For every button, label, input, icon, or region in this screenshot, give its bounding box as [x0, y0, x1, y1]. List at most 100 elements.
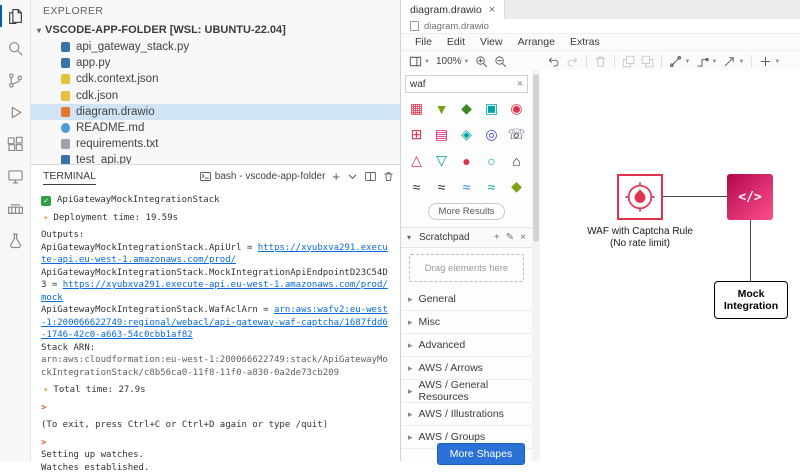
section-aws-illustrations[interactable]: ▸AWS / Illustrations	[401, 403, 532, 426]
red-triangle-shape-icon[interactable]: △	[407, 151, 426, 170]
connection-icon	[669, 55, 682, 68]
terminal-tab[interactable]: TERMINAL	[43, 167, 96, 185]
wifi-blue-shape-icon[interactable]: ≈	[457, 177, 476, 196]
menu-extras[interactable]: Extras	[570, 36, 600, 48]
diagram-canvas[interactable]: WAF with Captcha Rule (No rate limit) </…	[540, 70, 800, 461]
kill-terminal-icon[interactable]	[383, 171, 394, 182]
testing-activity-button[interactable]	[0, 224, 30, 256]
zoom-out-button[interactable]	[491, 53, 510, 70]
zoom-in-button[interactable]	[472, 53, 491, 70]
chevron-down-icon: ▾	[407, 233, 411, 242]
file-item-diagram-drawio[interactable]: diagram.drawio	[31, 104, 400, 120]
delete-button[interactable]	[591, 53, 610, 70]
run-debug-activity-button[interactable]	[0, 96, 30, 128]
section-misc[interactable]: ▸Misc	[401, 311, 532, 334]
file-item-readme[interactable]: README.md	[31, 120, 400, 136]
outputs-header: Outputs:	[41, 229, 393, 242]
section-general[interactable]: ▸General	[401, 288, 532, 311]
insert-button[interactable]: ▼	[756, 53, 783, 70]
scrollbar-thumb[interactable]	[533, 74, 539, 242]
waypoints-button[interactable]: ▼	[693, 53, 720, 70]
menu-edit[interactable]: Edit	[447, 36, 465, 48]
file-item-app[interactable]: app.py	[31, 55, 400, 71]
more-results-button[interactable]: More Results	[428, 203, 506, 220]
file-item-requirements[interactable]: requirements.txt	[31, 136, 400, 152]
palette-scrollbar[interactable]	[532, 70, 540, 461]
scratchpad-dropzone[interactable]: Drag elements here	[409, 254, 524, 282]
file-item-cdk-context[interactable]: cdk.context.json	[31, 71, 400, 87]
scratchpad-close-icon[interactable]: ×	[520, 232, 526, 243]
new-terminal-button[interactable]: +	[332, 170, 340, 183]
tab-diagram-drawio[interactable]: diagram.drawio ×	[401, 0, 505, 19]
chevron-right-icon: ▸	[408, 294, 413, 305]
undo-button[interactable]	[544, 53, 563, 70]
waf-node[interactable]	[617, 174, 663, 220]
shape-search-input[interactable]	[410, 79, 510, 90]
clear-search-icon[interactable]: ×	[517, 78, 523, 90]
globe-shape-icon[interactable]: ◎	[482, 125, 501, 144]
file-item-api-gateway-stack[interactable]: api_gateway_stack.py	[31, 39, 400, 55]
terminal-dropdown-icon[interactable]	[347, 171, 358, 182]
source-control-activity-button[interactable]	[0, 64, 30, 96]
menu-arrange[interactable]: Arrange	[518, 36, 555, 48]
home-shape-icon[interactable]: ⌂	[507, 151, 526, 170]
explorer-activity-button[interactable]	[0, 0, 30, 32]
scratchpad-edit-icon[interactable]: ✎	[506, 232, 514, 243]
section-label: AWS / General Resources	[419, 379, 525, 403]
red-grid-shape-icon[interactable]: ⊞	[407, 125, 426, 144]
pink-card-shape-icon[interactable]: ▤	[432, 125, 451, 144]
python-file-icon	[61, 58, 70, 68]
terminal-session[interactable]: bash - vscode-app-folder	[200, 171, 326, 182]
teal-triangle-shape-icon[interactable]: ▽	[432, 151, 451, 170]
teal-ring-shape-icon[interactable]: ○	[482, 151, 501, 170]
green-diamond-shape-icon[interactable]: ◆	[507, 177, 526, 196]
to-front-button[interactable]	[619, 53, 638, 70]
menu-file[interactable]: File	[415, 36, 432, 48]
extensions-icon	[7, 136, 24, 153]
file-item-cdk-json[interactable]: cdk.json	[31, 88, 400, 104]
mock-integration-node[interactable]: Mock Integration	[714, 281, 788, 319]
security-hub-shape-icon[interactable]: ▣	[482, 99, 501, 118]
zoom-level-button[interactable]: 100% ▼	[433, 53, 473, 70]
phone-shape-icon[interactable]: ☏	[507, 125, 526, 144]
search-activity-button[interactable]	[0, 32, 30, 64]
waf-shape-icon[interactable]: ▦	[407, 99, 426, 118]
split-terminal-icon[interactable]	[365, 171, 376, 182]
scratchpad-add-icon[interactable]: +	[494, 232, 500, 243]
firewall-manager-shape-icon[interactable]: ▼	[432, 99, 451, 118]
network-firewall-shape-icon[interactable]: ◆	[457, 99, 476, 118]
containers-activity-button[interactable]	[0, 192, 30, 224]
remote-explorer-activity-button[interactable]	[0, 160, 30, 192]
section-aws-general-resources[interactable]: ▸AWS / General Resources	[401, 380, 532, 403]
wifi-dark-shape-icon[interactable]: ≈	[407, 177, 426, 196]
scratchpad-header[interactable]: ▾ Scratchpad + ✎ ×	[401, 227, 532, 248]
red-dot-shape-icon[interactable]: ●	[457, 151, 476, 170]
arrow-style-button[interactable]: ▼	[720, 53, 747, 70]
close-icon[interactable]: ×	[489, 4, 495, 16]
to-back-button[interactable]	[638, 53, 657, 70]
mock-endpoint-link[interactable]: https://xyubxva291.execute-api.eu-west-1…	[41, 280, 388, 303]
detective-shape-icon[interactable]: ◉	[507, 99, 526, 118]
api-gateway-node[interactable]: </>	[727, 174, 773, 220]
wifi-dark-shape-2-icon[interactable]: ≈	[432, 177, 451, 196]
waypoints-icon	[696, 55, 709, 68]
edge-apigw-to-mock[interactable]	[750, 220, 751, 281]
edge-waf-to-apigw[interactable]	[663, 196, 727, 197]
teal-diamond-shape-icon[interactable]: ◈	[457, 125, 476, 144]
run-debug-icon	[7, 104, 24, 121]
explorer-root-folder[interactable]: ▾ VSCODE-APP-FOLDER [WSL: UBUNTU-22.04]	[31, 21, 400, 39]
section-aws-arrows[interactable]: ▸AWS / Arrows	[401, 357, 532, 380]
connection-style-button[interactable]: ▼	[666, 53, 693, 70]
wifi-teal-shape-icon[interactable]: ≈	[482, 177, 501, 196]
redo-button[interactable]	[563, 53, 582, 70]
menu-view[interactable]: View	[480, 36, 503, 48]
breadcrumb[interactable]: diagram.drawio	[401, 19, 800, 33]
extensions-activity-button[interactable]	[0, 128, 30, 160]
more-shapes-button[interactable]: More Shapes	[437, 443, 525, 465]
panel-toggle-button[interactable]: ▼	[406, 53, 433, 70]
sparkles-icon: ✦	[43, 385, 48, 395]
scratchpad-title: Scratchpad	[419, 232, 470, 243]
file-item-test-api[interactable]: test_api.py	[31, 152, 400, 164]
section-advanced[interactable]: ▸Advanced	[401, 334, 532, 357]
shell-prompt: >	[41, 437, 393, 450]
